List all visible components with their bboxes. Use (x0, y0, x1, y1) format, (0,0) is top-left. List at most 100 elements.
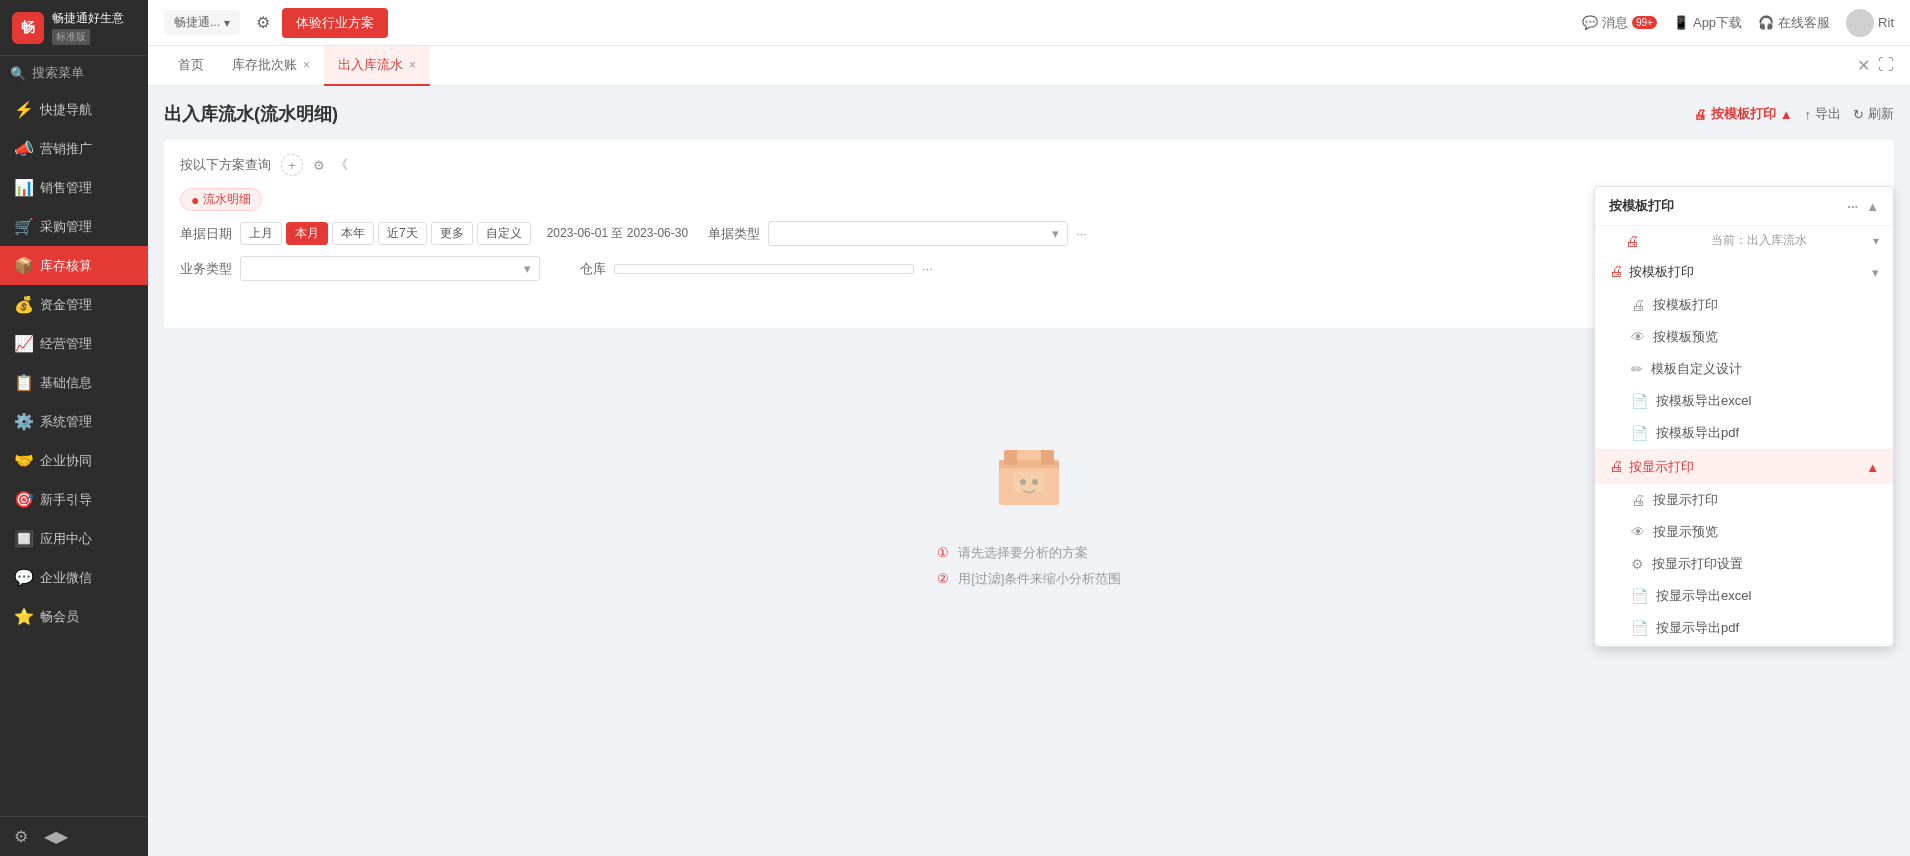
dropdown-panel: 按模板打印 ··· ▲ 🖨 当前：出入库流水 ▾ 🖨按模板打印 ▾ (1594, 186, 1894, 647)
filter-date-item: 单据日期 上月 本月 本年 近7天 更多 自定义 2023-06-01 至 20… (180, 222, 688, 245)
date-more-btn[interactable]: 更多 (431, 222, 473, 245)
sidebar-item-wechat[interactable]: 💬 企业微信 (0, 558, 148, 597)
tab-flow[interactable]: 出入库流水 × (324, 46, 430, 86)
filter-header: 按以下方案查询 + ⚙ 《 (180, 154, 1878, 176)
warehouse-more-icon[interactable]: ··· (922, 261, 933, 276)
doctype-select[interactable]: ▾ (768, 221, 1068, 246)
date-custom-btn[interactable]: 自定义 (477, 222, 531, 245)
app-download-label: App下载 (1693, 14, 1742, 32)
sidebar-item-purchase[interactable]: 🛒 采购管理 (0, 207, 148, 246)
tpi4-label: 按模板导出excel (1656, 392, 1751, 410)
sidebar-item-apps[interactable]: 🔲 应用中心 (0, 519, 148, 558)
dropdown-header: 按模板打印 ··· ▲ (1595, 187, 1893, 226)
sidebar-item-shortcut[interactable]: ⚡ 快捷导航 (0, 90, 148, 129)
sidebar-item-member[interactable]: ⭐ 畅会员 (0, 597, 148, 636)
tab-batch[interactable]: 库存批次账 × (218, 46, 324, 86)
online-service-button[interactable]: 🎧 在线客服 (1758, 14, 1830, 32)
doctype-more-icon[interactable]: ··· (1076, 226, 1087, 241)
display-print-item-5[interactable]: 📄 按显示导出pdf (1595, 612, 1893, 644)
tpi2-label: 按模板预览 (1653, 328, 1718, 346)
date-options: 上月 本月 本年 近7天 更多 自定义 (240, 222, 531, 245)
template-print-item-3[interactable]: ✏ 模板自定义设计 (1595, 353, 1893, 385)
sidebar-bottom: ⚙ ◀▶ (0, 816, 148, 856)
print-template-button[interactable]: 🖨 按模板打印 ▲ (1694, 105, 1793, 123)
purchase-icon: 🛒 (14, 217, 32, 236)
biz-type-label: 业务类型 (180, 260, 232, 278)
template-print-item-5[interactable]: 📄 按模板导出pdf (1595, 417, 1893, 449)
tip1-num: ① (937, 545, 949, 560)
wechat-icon: 💬 (14, 568, 32, 587)
operations-icon: 📈 (14, 334, 32, 353)
filter-collapse-icon[interactable]: 《 (335, 156, 348, 174)
sidebar-item-sales[interactable]: 📊 销售管理 (0, 168, 148, 207)
sidebar-item-label: 企业微信 (40, 569, 92, 587)
sidebar-item-label: 经营管理 (40, 335, 92, 353)
warehouse-select[interactable] (614, 264, 914, 274)
date-this-month-btn[interactable]: 本月 (286, 222, 328, 245)
export-label: 导出 (1815, 105, 1841, 123)
tab-home[interactable]: 首页 (164, 46, 218, 86)
dpi1-icon: 🖨 (1631, 492, 1645, 508)
topbar-gear-icon[interactable]: ⚙ (256, 13, 270, 32)
display-print-item-3[interactable]: ⚙ 按显示打印设置 (1595, 548, 1893, 580)
settings-icon[interactable]: ⚙ (14, 827, 28, 846)
dropdown-collapse-icon[interactable]: ▲ (1866, 199, 1879, 214)
display-print-arrow: ▲ (1866, 460, 1879, 475)
empty-tip-1: ① 请先选择要分析的方案 (937, 540, 1122, 566)
display-print-item-4[interactable]: 📄 按显示导出excel (1595, 580, 1893, 612)
sidebar-item-basic[interactable]: 📋 基础信息 (0, 363, 148, 402)
filter-title: 按以下方案查询 (180, 156, 271, 174)
empty-tip-2: ② 用[过滤]条件来缩小分析范围 (937, 566, 1122, 592)
apps-icon: 🔲 (14, 529, 32, 548)
sidebar-item-inventory[interactable]: 📦 库存核算 (0, 246, 148, 285)
sidebar-item-label: 资金管理 (40, 296, 92, 314)
filter-tag[interactable]: ● 流水明细 (180, 188, 262, 211)
biz-type-select[interactable]: ▾ (240, 256, 540, 281)
display-print-header[interactable]: 🖨按显示打印 ▲ (1595, 450, 1893, 484)
tab-batch-close[interactable]: × (303, 58, 310, 72)
solution-button[interactable]: 体验行业方案 (282, 8, 388, 38)
sidebar-item-finance[interactable]: 💰 资金管理 (0, 285, 148, 324)
display-print-item-2[interactable]: 👁 按显示预览 (1595, 516, 1893, 548)
dropdown-more-icon[interactable]: ··· (1847, 199, 1858, 214)
filter-add-button[interactable]: + (281, 154, 303, 176)
date-7days-btn[interactable]: 近7天 (378, 222, 427, 245)
sidebar-item-system[interactable]: ⚙️ 系统管理 (0, 402, 148, 441)
user-avatar-area[interactable]: Rit (1846, 9, 1894, 37)
app-download-button[interactable]: 📱 App下载 (1673, 14, 1742, 32)
sidebar-item-cooperation[interactable]: 🤝 企业协同 (0, 441, 148, 480)
template-print-item-1[interactable]: 🖨 按模板打印 (1595, 289, 1893, 321)
template-print-item-2[interactable]: 👁 按模板预览 (1595, 321, 1893, 353)
dropdown-footer[interactable]: ⚙设置默认功能 ▾ (1595, 645, 1893, 646)
template-print-items: 🖨 按模板打印 👁 按模板预览 ✏ 模板自定义设计 📄 (1595, 289, 1893, 449)
close-window-icon[interactable]: ✕ (1857, 56, 1870, 75)
tab-flow-close[interactable]: × (409, 58, 416, 72)
tpi2-icon: 👁 (1631, 329, 1645, 345)
sidebar-item-guide[interactable]: 🎯 新手引导 (0, 480, 148, 519)
template-print-item-4[interactable]: 📄 按模板导出excel (1595, 385, 1893, 417)
sidebar-toggle-icon[interactable]: ◀▶ (44, 827, 68, 846)
topbar: 畅捷通... ▾ ⚙ 体验行业方案 💬 消息 99+ 📱 App下载 🎧 在线客… (148, 0, 1910, 46)
dpi4-icon: 📄 (1631, 588, 1648, 604)
page-title: 出入库流水(流水明细) (164, 102, 338, 126)
dpi3-label: 按显示打印设置 (1652, 555, 1743, 573)
dpi5-label: 按显示导出pdf (1656, 619, 1739, 637)
sidebar-search[interactable]: 🔍 搜索菜单 (0, 56, 148, 90)
template-print-header-label: 按模板打印 (1629, 264, 1694, 279)
topbar-user[interactable]: 畅捷通... ▾ (164, 10, 240, 35)
display-print-item-1[interactable]: 🖨 按显示打印 (1595, 484, 1893, 516)
sidebar-item-operations[interactable]: 📈 经营管理 (0, 324, 148, 363)
export-button[interactable]: ↑ 导出 (1805, 105, 1842, 123)
date-this-year-btn[interactable]: 本年 (332, 222, 374, 245)
filter-settings-icon[interactable]: ⚙ (313, 158, 325, 173)
expand-window-icon[interactable]: ⛶ (1878, 56, 1894, 75)
messages-badge: 99+ (1632, 16, 1657, 29)
messages-button[interactable]: 💬 消息 99+ (1582, 14, 1657, 32)
template-print-header[interactable]: 🖨按模板打印 ▾ (1595, 255, 1893, 289)
date-prev-month-btn[interactable]: 上月 (240, 222, 282, 245)
sidebar-item-marketing[interactable]: 📣 营销推广 (0, 129, 148, 168)
refresh-button[interactable]: ↻ 刷新 (1853, 105, 1894, 123)
export-icon: ↑ (1805, 107, 1812, 122)
tpi1-label: 按模板打印 (1653, 296, 1718, 314)
logo-badge: 标准版 (52, 29, 90, 45)
